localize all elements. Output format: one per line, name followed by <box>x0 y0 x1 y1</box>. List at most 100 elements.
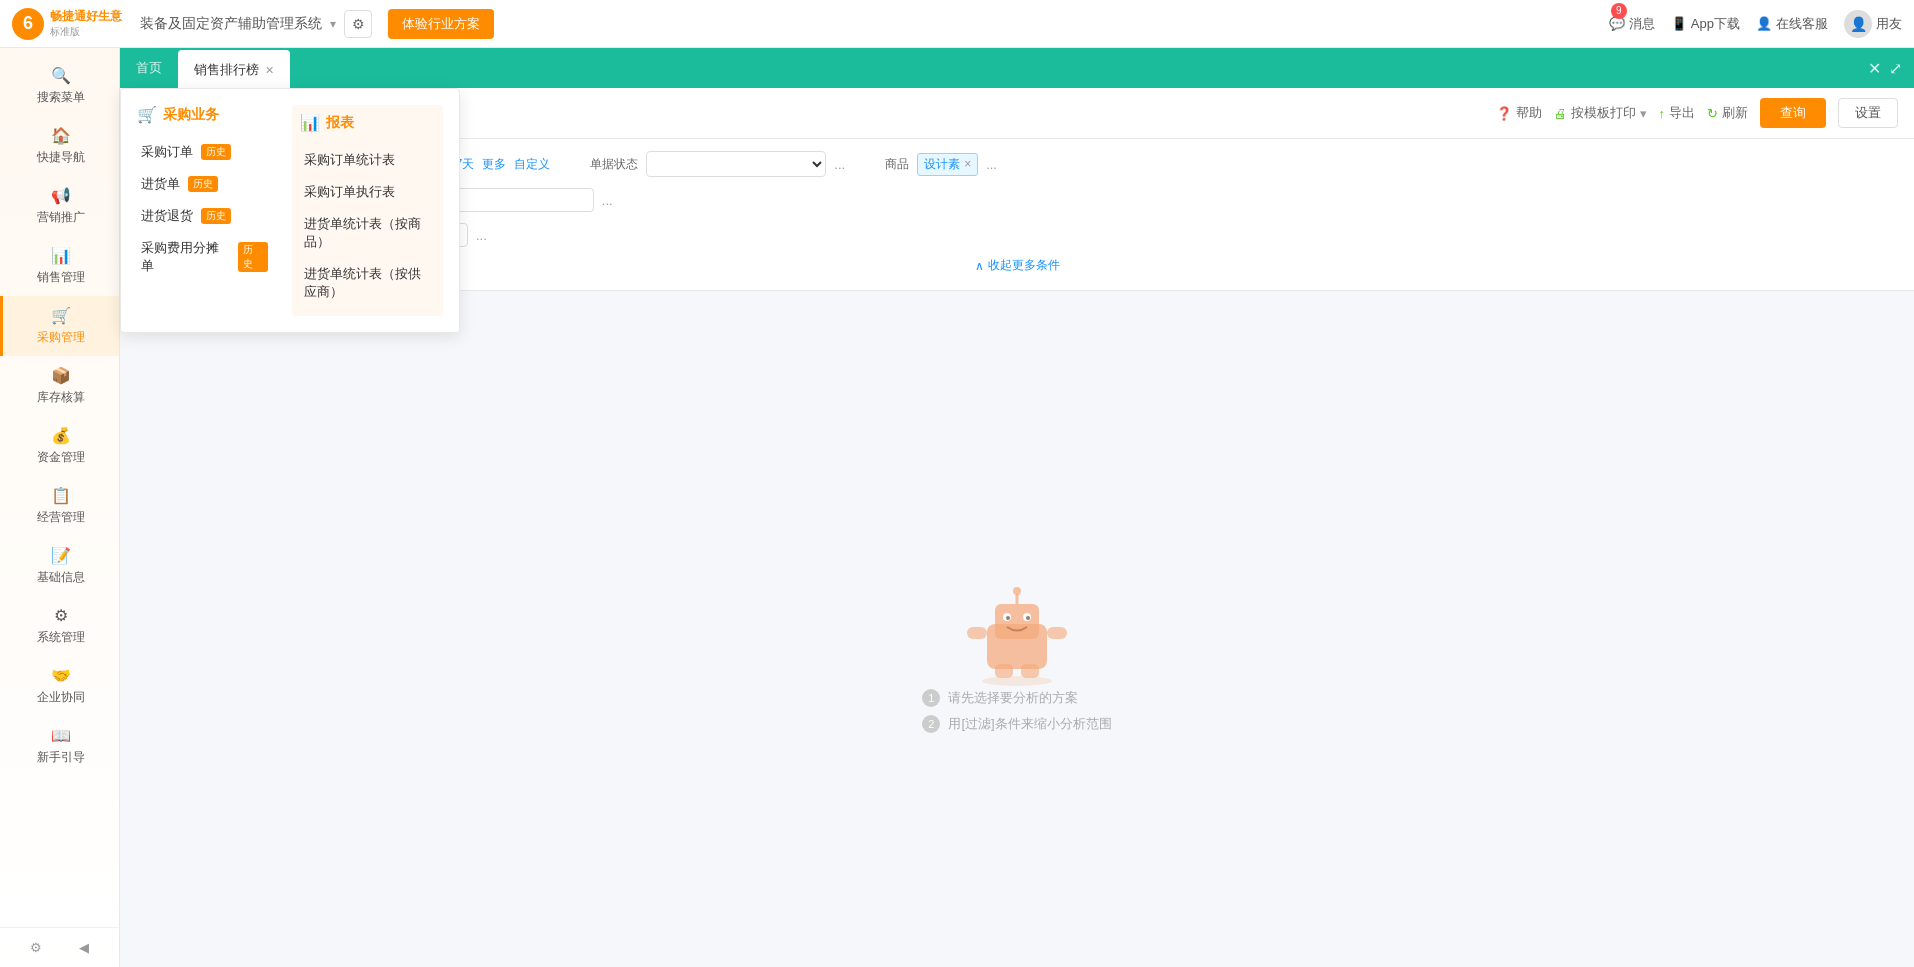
sidebar-item-purchase[interactable]: 🛒 采购管理 <box>0 296 119 356</box>
return-badge: 历史 <box>201 208 231 224</box>
logo-icon: 6 <box>12 8 44 40</box>
query-button[interactable]: 查询 <box>1760 98 1826 128</box>
return-label: 进货退货 <box>141 207 193 225</box>
svg-point-3 <box>1013 587 1021 595</box>
sidebar-item-system[interactable]: ⚙ 系统管理 <box>0 596 119 656</box>
sidebar-item-sales[interactable]: 📊 销售管理 <box>0 236 119 296</box>
sidebar-item-finance[interactable]: 💰 资金管理 <box>0 416 119 476</box>
sidebar-label-search: 搜索菜单 <box>37 89 85 106</box>
sidebar-item-inventory[interactable]: 📦 库存核算 <box>0 356 119 416</box>
tab-close-icon[interactable]: ✕ <box>265 64 274 77</box>
purchase-order-badge: 历史 <box>201 144 231 160</box>
sidebar-label-system: 系统管理 <box>37 629 85 646</box>
purchase-order-label: 采购订单 <box>141 143 193 161</box>
inbound-stats-product-label: 进货单统计表（按商品） <box>304 215 431 251</box>
sidebar-label-guide: 新手引导 <box>37 749 85 766</box>
top-header: 6 畅捷通好生意 标准版 装备及固定资产辅助管理系统 ▾ ⚙ 体验行业方案 💬 … <box>0 0 1914 48</box>
tab-close-all-btn[interactable]: ✕ <box>1868 59 1881 78</box>
salesperson-dots[interactable]: ... <box>602 193 613 208</box>
svg-rect-9 <box>1047 627 1067 639</box>
svg-point-12 <box>982 676 1052 686</box>
logo-area: 6 畅捷通好生意 标准版 <box>12 8 132 40</box>
reports-col-icon: 📊 <box>300 113 320 132</box>
sidebar-item-search[interactable]: 🔍 搜索菜单 <box>0 56 119 116</box>
help-btn[interactable]: ❓ 帮助 <box>1496 104 1542 122</box>
svg-rect-1 <box>995 604 1039 639</box>
menu-item-purchase-order[interactable]: 采购订单 历史 <box>137 136 272 168</box>
sidebar-settings-icon[interactable]: ⚙ <box>30 940 42 955</box>
online-service-item[interactable]: 👤 在线客服 <box>1756 15 1828 33</box>
sidebar-label-basic-info: 基础信息 <box>37 569 85 586</box>
menu-item-order-exec[interactable]: 采购订单执行表 <box>300 176 435 208</box>
sidebar-item-enterprise[interactable]: 🤝 企业协同 <box>0 656 119 716</box>
finance-icon: 💰 <box>51 426 71 445</box>
app-download-item[interactable]: 📱 App下载 <box>1671 15 1740 33</box>
guide-icon: 📖 <box>51 726 71 745</box>
hint-text-2: 用[过滤]条件来缩小分析范围 <box>948 715 1111 733</box>
svg-point-7 <box>1026 616 1030 620</box>
menu-item-return[interactable]: 进货退货 历史 <box>137 200 272 232</box>
collapse-btn[interactable]: ∧ 收起更多条件 <box>975 257 1060 274</box>
status-label: 单据状态 <box>590 156 638 173</box>
date-custom[interactable]: 自定义 <box>514 156 550 173</box>
sidebar-item-quick-nav[interactable]: 🏠 快捷导航 <box>0 116 119 176</box>
svg-rect-11 <box>1021 664 1039 678</box>
tab-actions: ✕ ⤢ <box>1868 59 1914 78</box>
inbound-label: 进货单 <box>141 175 180 193</box>
expense-badge: 历史 <box>238 242 268 272</box>
tab-home[interactable]: 首页 <box>120 48 178 88</box>
product-tag-close[interactable]: × <box>964 157 971 171</box>
purchase-dropdown-menu: 🛒 采购业务 采购订单 历史 进货单 历史 进货退货 历史 采购费用分摊单 历史… <box>120 88 460 333</box>
sidebar-collapse-icon[interactable]: ◀ <box>79 940 89 955</box>
date-more[interactable]: 更多 <box>482 156 506 173</box>
filter-product: 商品 设计素 × ... <box>885 153 997 176</box>
robot-illustration <box>957 569 1077 689</box>
sidebar-item-guide[interactable]: 📖 新手引导 <box>0 716 119 776</box>
customer-dots[interactable]: ... <box>476 228 487 243</box>
menu-item-expense[interactable]: 采购费用分摊单 历史 <box>137 232 272 282</box>
hint-row-2: 2 用[过滤]条件来缩小分析范围 <box>922 715 1111 733</box>
refresh-btn[interactable]: ↻ 刷新 <box>1707 104 1748 122</box>
purchase-col-icon: 🛒 <box>137 105 157 124</box>
menu-col-reports: 📊 报表 采购订单统计表 采购订单执行表 进货单统计表（按商品） 进货单统计表（… <box>292 105 443 316</box>
gear-button[interactable]: ⚙ <box>344 10 372 38</box>
inventory-icon: 📦 <box>51 366 71 385</box>
status-select[interactable] <box>646 151 826 177</box>
title-dropdown-arrow[interactable]: ▾ <box>330 17 336 31</box>
menu-col-purchase: 🛒 采购业务 采购订单 历史 进货单 历史 进货退货 历史 采购费用分摊单 历史 <box>137 105 272 316</box>
menu-item-inbound-stats-supplier[interactable]: 进货单统计表（按供应商） <box>300 258 435 308</box>
status-dots[interactable]: ... <box>834 157 845 172</box>
message-icon-item[interactable]: 💬 消息 9 <box>1609 15 1655 33</box>
sidebar-label-enterprise: 企业协同 <box>37 689 85 706</box>
user-avatar: 👤 <box>1844 10 1872 38</box>
search-icon: 🔍 <box>51 66 71 85</box>
menu-item-order-stats[interactable]: 采购订单统计表 <box>300 144 435 176</box>
product-dots[interactable]: ... <box>986 157 997 172</box>
product-label: 商品 <box>885 156 909 173</box>
user-label: 用友 <box>1876 15 1902 33</box>
product-tag-text: 设计素 <box>924 156 960 173</box>
tab-expand-btn[interactable]: ⤢ <box>1889 59 1902 78</box>
tab-sales-rank[interactable]: 销售排行榜 ✕ <box>178 50 290 90</box>
sidebar-item-basic-info[interactable]: 📝 基础信息 <box>0 536 119 596</box>
collapse-label: 收起更多条件 <box>988 257 1060 274</box>
phone-icon: 📱 <box>1671 16 1687 31</box>
export-btn[interactable]: ↑ 导出 <box>1659 104 1696 122</box>
sidebar-item-operations[interactable]: 📋 经营管理 <box>0 476 119 536</box>
print-btn[interactable]: 🖨 按模板打印 ▾ <box>1554 104 1647 122</box>
empty-state: 1 请先选择要分析的方案 2 用[过滤]条件来缩小分析范围 <box>120 291 1914 967</box>
svg-point-6 <box>1006 616 1010 620</box>
sidebar-label-marketing: 营销推广 <box>37 209 85 226</box>
menu-item-inbound[interactable]: 进货单 历史 <box>137 168 272 200</box>
menu-item-inbound-stats-product[interactable]: 进货单统计表（按商品） <box>300 208 435 258</box>
user-item[interactable]: 👤 用友 <box>1844 10 1902 38</box>
inbound-stats-supplier-label: 进货单统计表（按供应商） <box>304 265 431 301</box>
print-dropdown-icon[interactable]: ▾ <box>1640 106 1647 121</box>
order-stats-label: 采购订单统计表 <box>304 151 395 169</box>
sidebar-item-marketing[interactable]: 📢 营销推广 <box>0 176 119 236</box>
industry-btn[interactable]: 体验行业方案 <box>388 9 494 39</box>
svg-rect-8 <box>967 627 987 639</box>
settings-button[interactable]: 设置 <box>1838 98 1898 128</box>
system-icon: ⚙ <box>54 606 68 625</box>
filter-status: 单据状态 ... <box>590 151 845 177</box>
